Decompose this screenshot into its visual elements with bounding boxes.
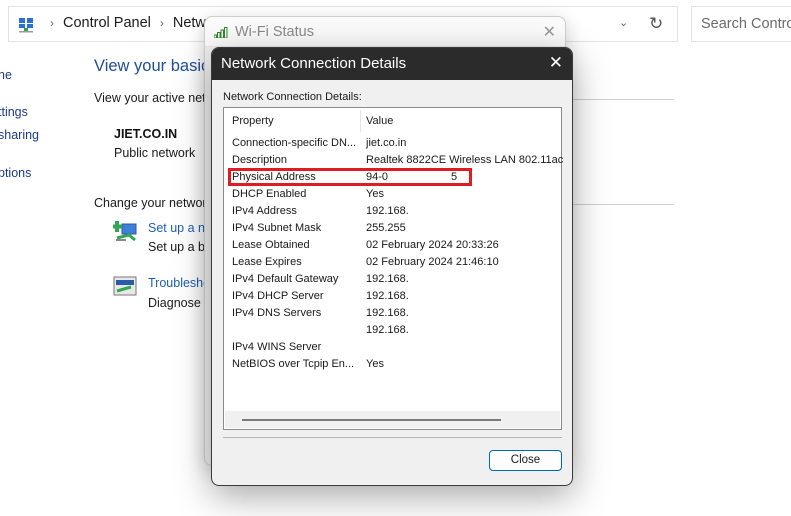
active-networks-heading: View your active netw	[94, 91, 215, 105]
column-divider[interactable]	[360, 110, 361, 132]
value-cell: Realtek 8822CE Wireless LAN 802.11ac	[366, 154, 564, 166]
details-label: Network Connection Details:	[223, 91, 362, 103]
property-cell: IPv4 Address	[232, 205, 297, 217]
chevron-down-icon[interactable]: ⌄	[619, 16, 628, 29]
property-cell: Connection-specific DN...	[232, 137, 357, 149]
value-cell: Yes	[366, 188, 384, 200]
refresh-icon[interactable]: ↻	[649, 14, 663, 34]
page-title: View your basic	[94, 57, 210, 75]
network-type: Public network	[114, 146, 196, 160]
left-nav-item[interactable]: sharing	[0, 128, 39, 142]
value-cell: 02 February 2024 21:46:10	[366, 256, 499, 268]
divider	[560, 99, 674, 100]
divider	[223, 437, 562, 438]
value-cell-tail: 5	[451, 171, 458, 183]
property-cell: IPv4 DHCP Server	[232, 290, 324, 302]
property-cell: DHCP Enabled	[232, 188, 307, 200]
table-row[interactable]: IPv4 Address 192.168.	[224, 203, 561, 220]
property-cell: Lease Expires	[232, 256, 302, 268]
column-header-property[interactable]: Property	[232, 115, 274, 127]
left-nav-item[interactable]: ne	[0, 68, 12, 82]
network-connection-details-dialog: Network Connection Details ✕ Network Con…	[211, 47, 573, 486]
new-connection-icon	[113, 221, 137, 242]
value-cell: jiet.co.in	[366, 137, 407, 149]
column-header-value[interactable]: Value	[366, 115, 393, 127]
value-cell: Yes	[366, 358, 384, 370]
value-cell: 192.168.	[366, 324, 409, 336]
setup-connection-link[interactable]: Set up a ne	[148, 221, 212, 235]
troubleshoot-link[interactable]: Troublesho	[148, 276, 210, 290]
table-row[interactable]: Connection-specific DN... jiet.co.in	[224, 135, 561, 152]
value-cell: 94-0	[366, 171, 389, 183]
wifi-signal-icon	[214, 27, 228, 38]
property-cell: IPv4 WINS Server	[232, 341, 322, 353]
dialog-title: Network Connection Details	[221, 55, 407, 72]
details-list[interactable]: Property Value Connection-specific DN...…	[223, 107, 564, 430]
table-row[interactable]: Lease Obtained 02 February 2024 20:33:26	[224, 237, 561, 254]
divider	[560, 204, 674, 205]
table-row[interactable]: IPv4 DHCP Server 192.168.	[224, 288, 561, 305]
troubleshoot-icon	[113, 276, 137, 296]
property-cell: IPv4 Subnet Mask	[232, 222, 322, 234]
value-cell: 192.168.	[366, 290, 409, 302]
troubleshoot-desc: Diagnose a	[148, 296, 212, 310]
list-rows: Connection-specific DN... jiet.co.in Descr…	[224, 135, 564, 373]
wifi-status-titlebar[interactable]: Wi-Fi Status ✕	[205, 17, 565, 47]
property-cell: NetBIOS over Tcpip En...	[232, 358, 355, 370]
value-cell: 192.168.	[366, 307, 409, 319]
table-row[interactable]: IPv4 DNS Servers 192.168.	[224, 305, 561, 322]
property-cell: Description	[232, 154, 288, 166]
close-icon[interactable]: ✕	[543, 22, 556, 42]
change-settings-heading: Change your network	[94, 196, 213, 210]
value-cell: 192.168.	[366, 205, 409, 217]
dialog-titlebar[interactable]: Network Connection Details ✕	[212, 48, 572, 80]
table-row[interactable]: IPv4 Default Gateway 192.168.	[224, 271, 561, 288]
value-cell: 255.255	[366, 222, 406, 234]
breadcrumb: › Control Panel › Netw	[41, 15, 206, 31]
list-header: Property Value	[224, 108, 561, 133]
table-row[interactable]: Physical Address 94-0 5	[224, 169, 561, 186]
table-row[interactable]: IPv4 Subnet Mask 255.255	[224, 220, 561, 237]
close-button[interactable]: Close	[489, 450, 562, 471]
breadcrumb-network[interactable]: Netw	[173, 15, 206, 31]
table-row[interactable]: 192.168.	[224, 322, 561, 339]
table-row[interactable]: Description Realtek 8822CE Wireless LAN 8…	[224, 152, 564, 169]
property-cell: IPv4 Default Gateway	[232, 273, 339, 285]
wifi-status-title: Wi-Fi Status	[235, 24, 314, 40]
property-cell: Physical Address	[232, 171, 316, 183]
scrollbar-thumb[interactable]	[242, 419, 501, 421]
table-row[interactable]: NetBIOS over Tcpip En... Yes	[224, 356, 561, 373]
table-row[interactable]: Lease Expires 02 February 2024 21:46:10	[224, 254, 561, 271]
search-input[interactable]: Search Contro	[691, 6, 791, 42]
property-cell: Lease Obtained	[232, 239, 310, 251]
horizontal-scrollbar[interactable]	[225, 411, 560, 428]
table-row[interactable]: IPv4 WINS Server	[224, 339, 561, 356]
chevron-right-icon: ›	[159, 16, 164, 30]
breadcrumb-control-panel[interactable]: Control Panel	[63, 15, 151, 31]
network-name: JIET.CO.IN	[114, 127, 178, 141]
left-nav-item[interactable]: ptions	[0, 166, 31, 180]
chevron-right-icon: ›	[50, 16, 54, 30]
table-row[interactable]: DHCP Enabled Yes	[224, 186, 561, 203]
property-cell: IPv4 DNS Servers	[232, 307, 322, 319]
control-panel-icon	[19, 18, 33, 33]
close-icon[interactable]: ✕	[549, 53, 563, 73]
value-cell: 192.168.	[366, 273, 409, 285]
left-nav-item[interactable]: ttings	[0, 105, 28, 119]
setup-connection-desc: Set up a br	[148, 240, 210, 254]
value-cell: 02 February 2024 20:33:26	[366, 239, 499, 251]
